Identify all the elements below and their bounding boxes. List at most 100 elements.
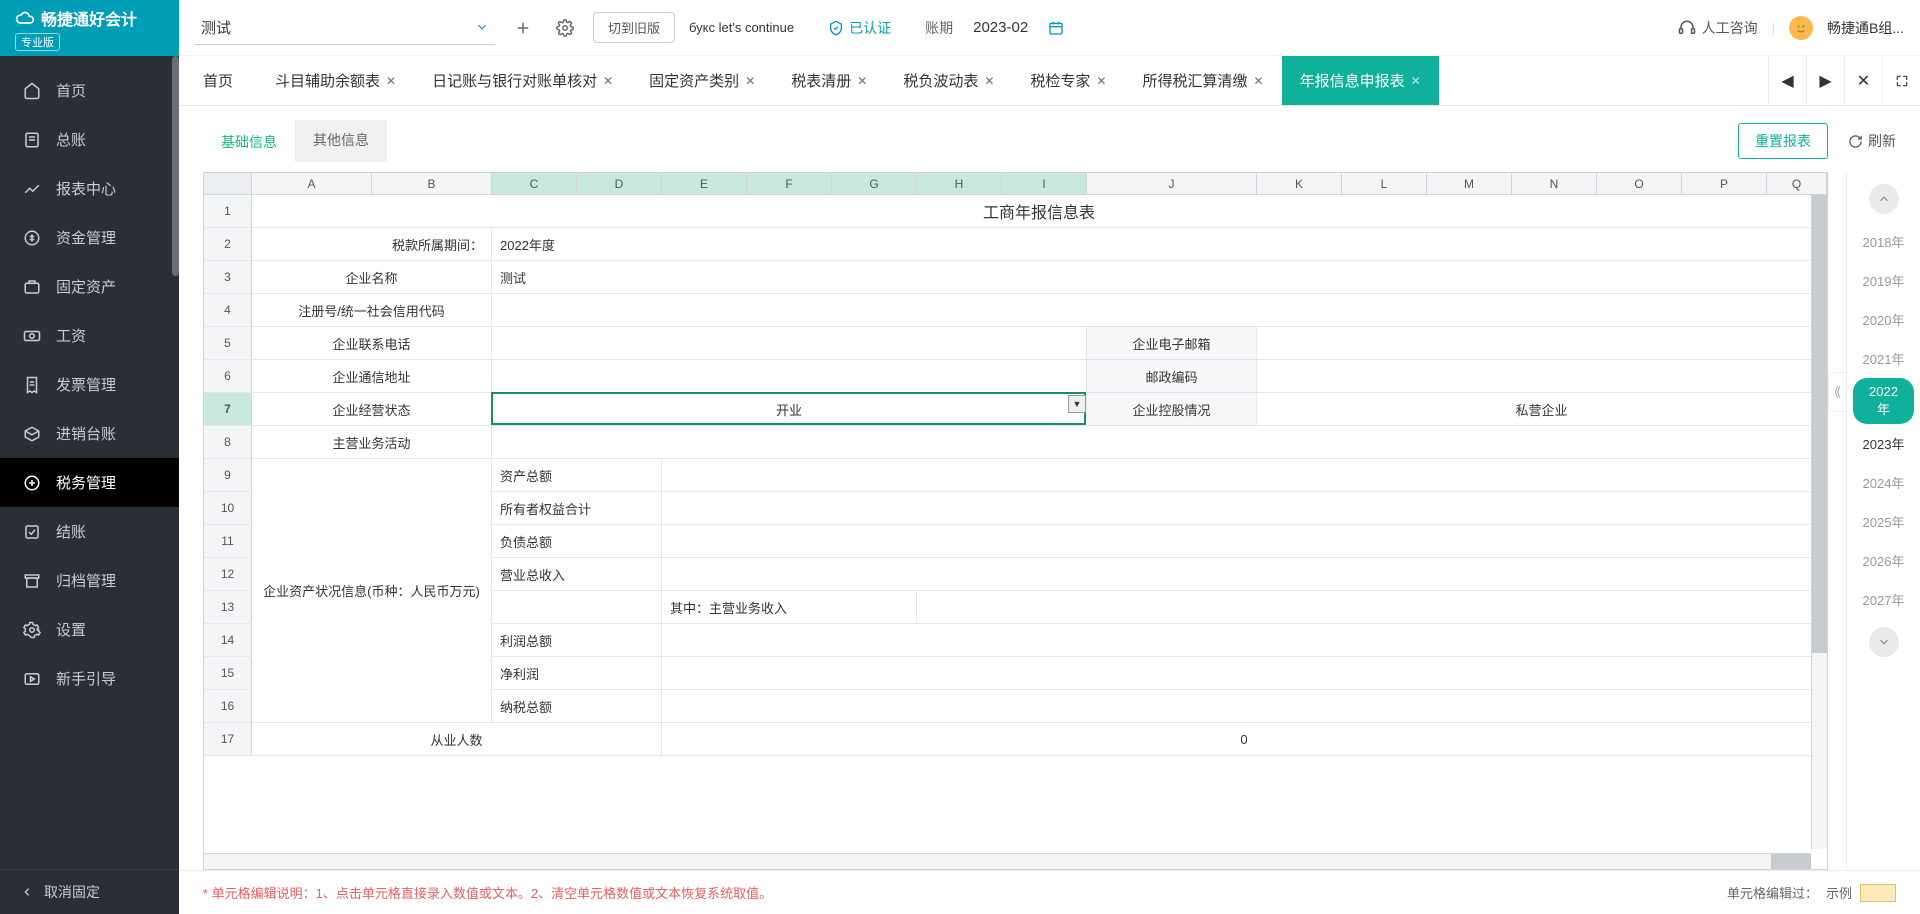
spreadsheet[interactable]: ABCDEFGHIJKLMNOPQ1工商年报信息表2税款所属期间：2022年度3… [203,172,1828,870]
tab-fullscreen[interactable] [1882,56,1920,105]
tab-taxlist[interactable]: 税表清册✕ [773,56,885,105]
col-header[interactable]: M [1427,173,1512,194]
refresh-button[interactable]: 刷新 [1848,131,1896,151]
cell[interactable] [662,525,1827,557]
tab-close-icon[interactable]: ✕ [1096,74,1106,88]
switch-old-button[interactable]: 切到旧版 [593,12,675,43]
col-header[interactable]: C [492,173,577,194]
tab-balance[interactable]: 斗目辅助余额表✕ [257,56,414,105]
tab-incometax[interactable]: 所得税汇算清缴✕ [1124,56,1281,105]
nav-tax[interactable]: 税务管理 [0,458,179,507]
tab-home[interactable]: 首页 [179,56,257,105]
cell[interactable] [1257,327,1827,359]
nav-fund[interactable]: 资金管理 [0,213,179,262]
nav-ledger[interactable]: 总账 [0,115,179,164]
tab-close-icon[interactable]: ✕ [1254,74,1264,88]
cell[interactable]: 邮政编码 [1087,360,1257,392]
sidebar-scrollbar[interactable] [171,0,179,914]
nav-settings[interactable]: 设置 [0,605,179,654]
col-header[interactable]: N [1512,173,1597,194]
tab-closeall[interactable]: ✕ [1844,56,1882,105]
tab-taxexpert[interactable]: 税检专家✕ [1012,56,1124,105]
year-item[interactable]: 2026年 [1847,541,1920,580]
support-link[interactable]: 人工咨询 [1678,18,1758,38]
cell[interactable] [662,492,1827,524]
tab-close-icon[interactable]: ✕ [603,74,613,88]
year-item[interactable]: 2020年 [1847,300,1920,339]
cell[interactable] [492,360,1087,392]
nav-home[interactable]: 首页 [0,66,179,115]
tab-bankrecon[interactable]: 日记账与银行对账单核对✕ [414,56,631,105]
tab-annualreport[interactable]: 年报信息申报表✕ [1282,56,1439,105]
year-item[interactable]: 2025年 [1847,502,1920,541]
tab-close-icon[interactable]: ✕ [386,74,396,88]
cell[interactable]: 私营企业 [1257,393,1827,425]
year-collapse[interactable]: ⟪ [1828,372,1846,412]
col-header[interactable]: P [1682,173,1767,194]
tab-taxfluct[interactable]: 税负波动表✕ [885,56,1012,105]
col-header[interactable]: H [917,173,1002,194]
col-header[interactable]: E [662,173,747,194]
cell[interactable] [662,690,1827,722]
cell[interactable]: 测试 [492,261,1827,293]
col-header[interactable]: Q [1767,173,1827,194]
col-header[interactable]: D [577,173,662,194]
cell[interactable]: 纳税总额 [492,690,662,722]
cell[interactable]: 企业通信地址 [252,360,492,392]
cell[interactable] [917,591,1827,623]
cell[interactable]: 主营业务活动 [252,426,492,458]
cell[interactable]: 企业控股情况 [1087,393,1257,425]
year-item[interactable]: 2021年 [1847,339,1920,378]
col-header[interactable]: O [1597,173,1682,194]
cell[interactable]: 税款所属期间： [252,228,492,260]
nav-guide[interactable]: 新手引导 [0,654,179,703]
col-header[interactable]: B [372,173,492,194]
subtab-basic[interactable]: 基础信息 [203,120,295,162]
cell[interactable] [662,459,1827,491]
col-header[interactable]: I [1002,173,1087,194]
cell[interactable]: 净利润 [492,657,662,689]
period-value[interactable]: 2023-02 [973,19,1028,36]
tab-close-icon[interactable]: ✕ [984,74,994,88]
cell[interactable]: 营业总收入 [492,558,662,590]
tab-prev[interactable]: ◀ [1768,56,1806,105]
avatar[interactable] [1789,16,1813,40]
year-item[interactable]: 2018年 [1847,222,1920,261]
calendar-icon[interactable] [1048,20,1064,36]
tab-close-icon[interactable]: ✕ [745,74,755,88]
active-cell[interactable]: 开业 [492,393,1087,425]
subtab-other[interactable]: 其他信息 [295,120,387,162]
cell[interactable]: 其中：主营业务收入 [662,591,917,623]
tab-assetcat[interactable]: 固定资产类别✕ [631,56,773,105]
user-name[interactable]: 畅捷通B组... [1827,18,1904,38]
col-header[interactable]: A [252,173,372,194]
cell[interactable]: 注册号/统一社会信用代码 [252,294,492,326]
year-item[interactable]: 2019年 [1847,261,1920,300]
cell[interactable]: 0 [662,723,1827,755]
cell[interactable]: 2022年度 [492,228,1827,260]
cell[interactable]: 企业电子邮箱 [1087,327,1257,359]
year-item[interactable]: 2023年 [1847,424,1920,463]
year-item[interactable]: 2024年 [1847,463,1920,502]
nav-archive[interactable]: 归档管理 [0,556,179,605]
cell[interactable] [662,624,1827,656]
account-select[interactable]: 测试 [195,11,495,45]
cell[interactable]: 负债总额 [492,525,662,557]
cell[interactable]: 企业联系电话 [252,327,492,359]
cell[interactable]: 利润总额 [492,624,662,656]
year-down[interactable] [1869,627,1899,657]
nav-inventory[interactable]: 进销台账 [0,409,179,458]
tab-next[interactable]: ▶ [1806,56,1844,105]
tab-close-icon[interactable]: ✕ [1411,74,1421,88]
cell[interactable]: 企业名称 [252,261,492,293]
col-header[interactable]: J [1087,173,1257,194]
add-button[interactable] [509,14,537,42]
cell[interactable] [492,294,1827,326]
sheet-vscrollbar[interactable] [1811,195,1827,849]
cell[interactable] [492,426,1827,458]
nav-invoice[interactable]: 发票管理 [0,360,179,409]
nav-asset[interactable]: 固定资产 [0,262,179,311]
year-up[interactable] [1869,184,1899,214]
sheet-hscrollbar[interactable] [204,853,1811,869]
cell[interactable] [492,327,1087,359]
